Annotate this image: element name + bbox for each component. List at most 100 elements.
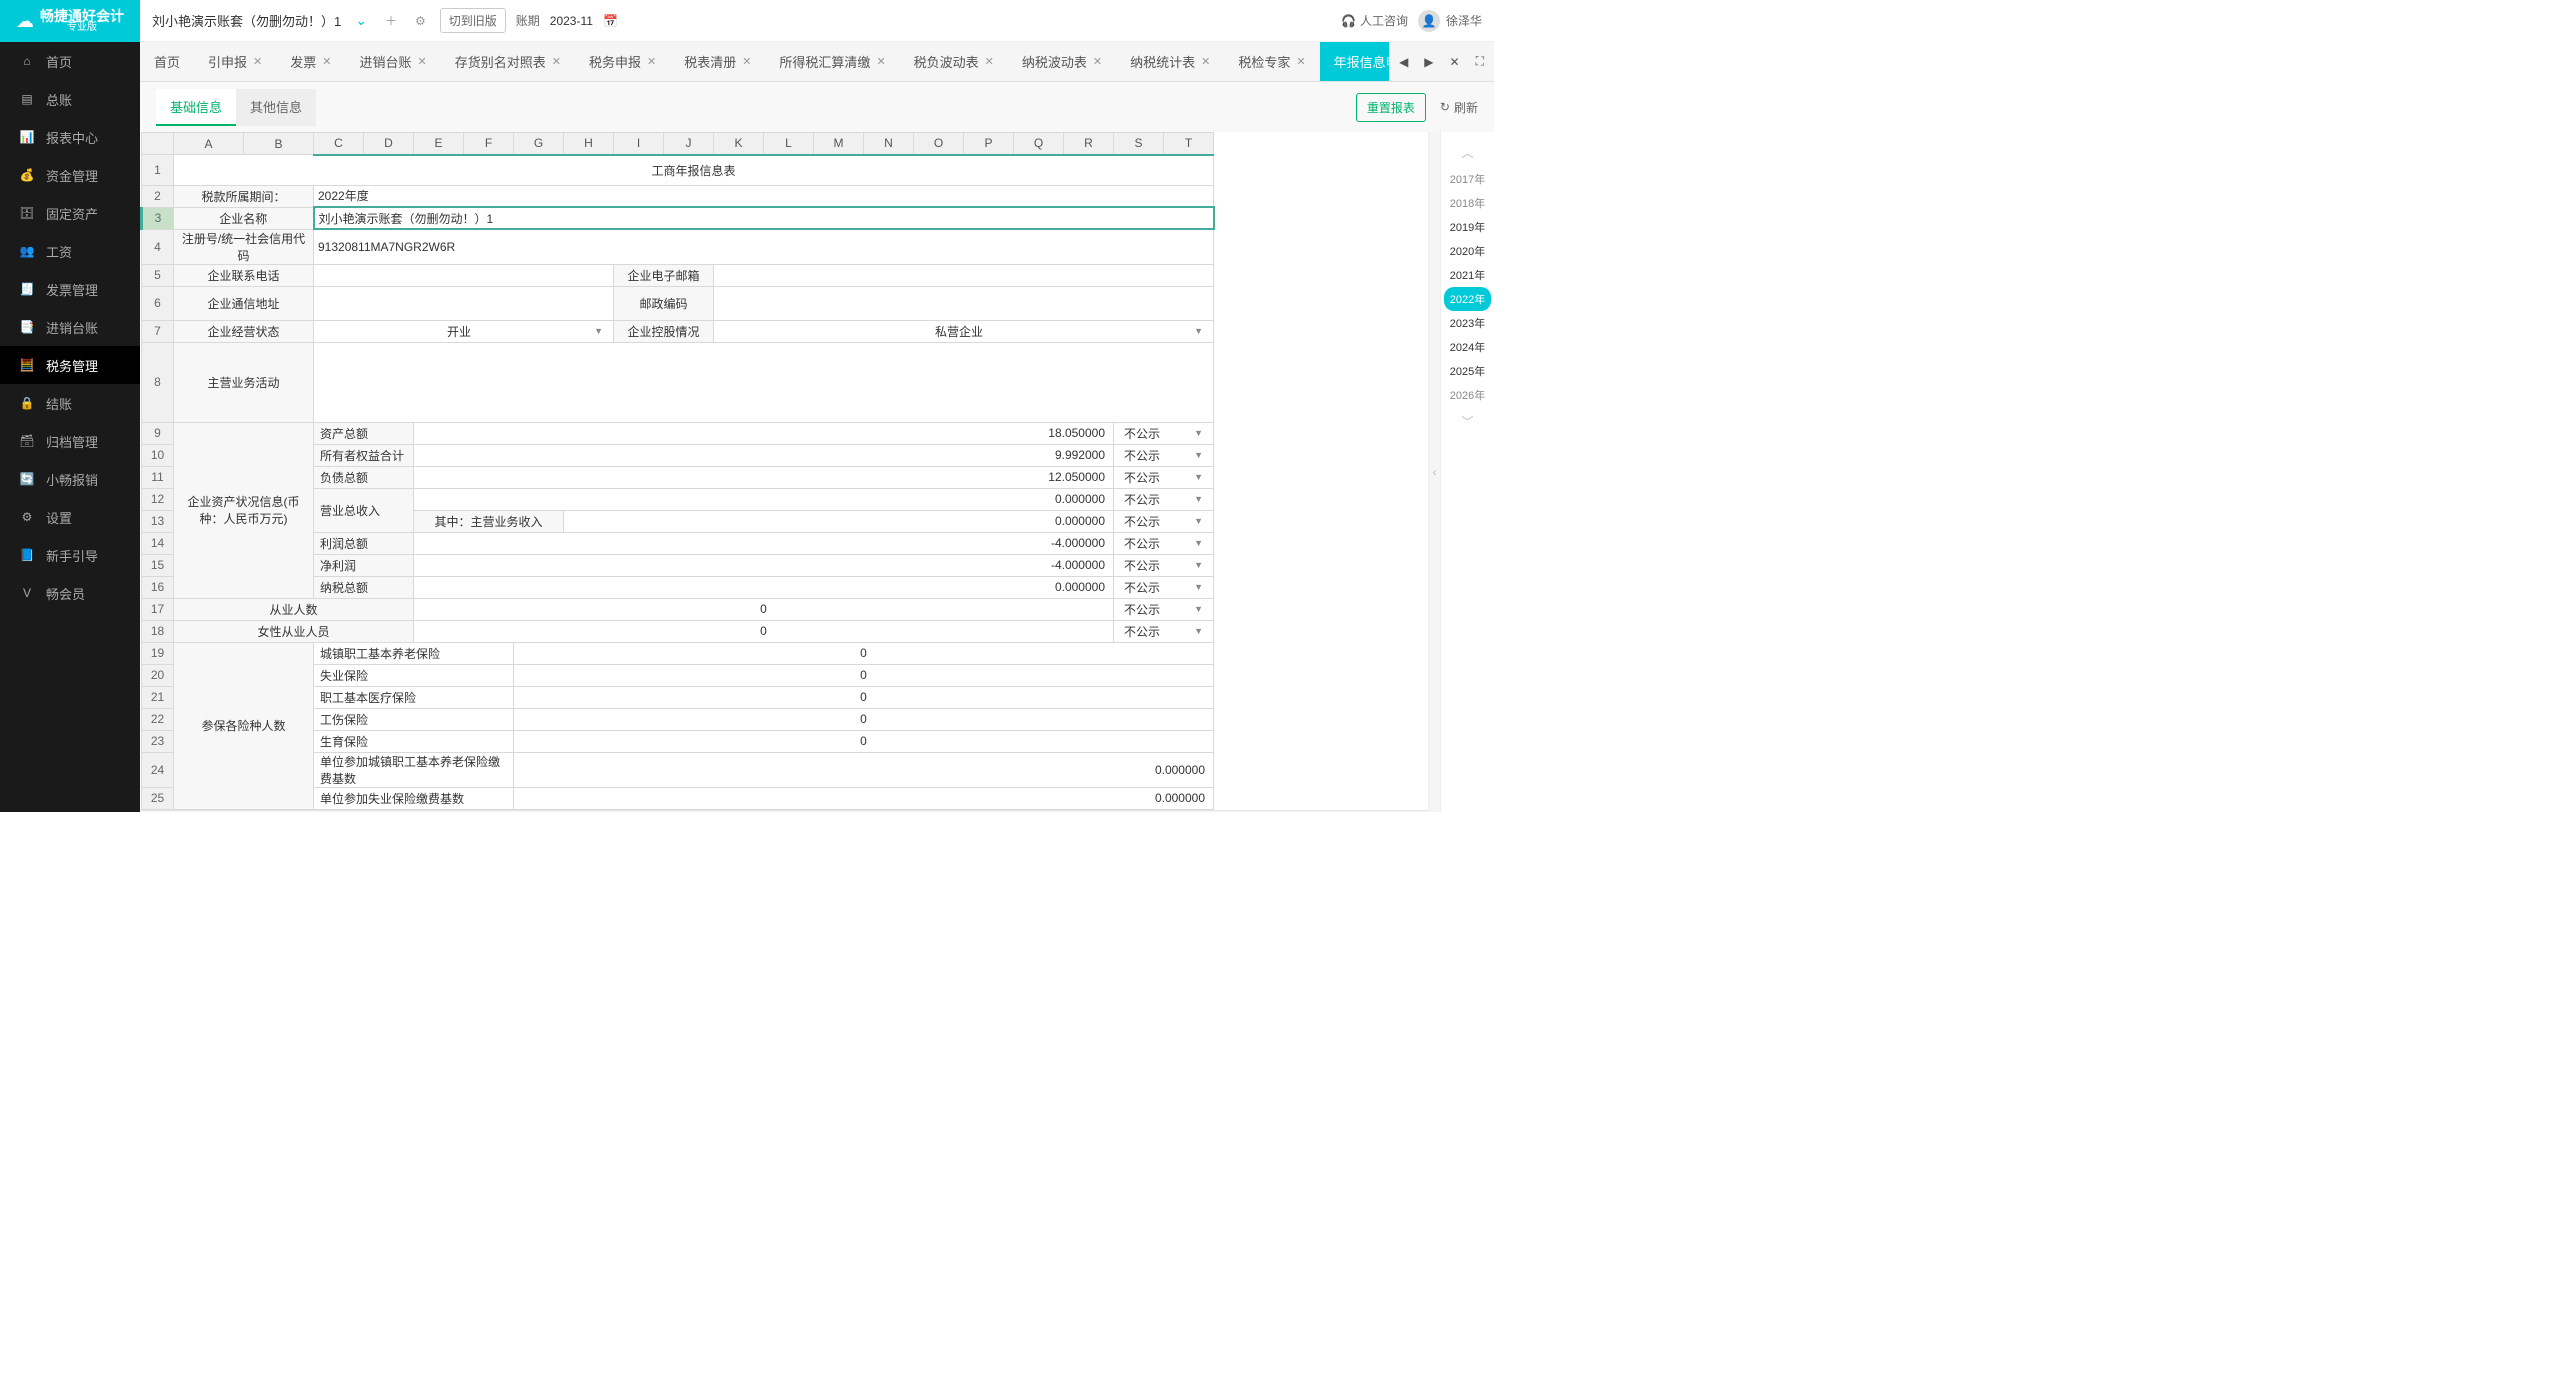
row-header[interactable]: 23 [142, 730, 174, 752]
col-header[interactable]: L [764, 133, 814, 155]
sidebar-item-chart[interactable]: 📊报表中心 [0, 118, 140, 156]
cell-value[interactable] [314, 264, 614, 286]
sidebar-item-salary[interactable]: 👥工资 [0, 232, 140, 270]
tab-close-icon[interactable]: ✕ [418, 55, 427, 68]
period-value[interactable]: 2023-11 [550, 14, 593, 28]
col-header[interactable]: H [564, 133, 614, 155]
sidebar-item-close[interactable]: 🔒结账 [0, 384, 140, 422]
cell-value[interactable]: 0 [514, 730, 1214, 752]
tab-10[interactable]: 纳税统计表✕ [1116, 42, 1224, 81]
tab-5[interactable]: 税务申报✕ [575, 42, 670, 81]
tab-close-icon[interactable]: ✕ [1446, 53, 1464, 71]
col-header[interactable]: Q [1014, 133, 1064, 155]
col-header[interactable] [142, 133, 174, 155]
tab-close-icon[interactable]: ✕ [253, 55, 262, 68]
sidebar-item-invoice[interactable]: 🧾发票管理 [0, 270, 140, 308]
sidebar-item-archive[interactable]: 🗃归档管理 [0, 422, 140, 460]
year-2020年[interactable]: 2020年 [1444, 239, 1491, 263]
row-header[interactable]: 24 [142, 752, 174, 787]
row-header[interactable]: 17 [142, 598, 174, 620]
tab-4[interactable]: 存货别名对照表✕ [441, 42, 575, 81]
sidebar-item-vip[interactable]: V畅会员 [0, 574, 140, 612]
cell-value[interactable] [714, 264, 1214, 286]
cell-value[interactable]: 2022年度 [314, 185, 1214, 207]
tab-2[interactable]: 发票✕ [276, 42, 345, 81]
cell-value[interactable]: 0 [514, 686, 1214, 708]
row-header[interactable]: 3 [142, 207, 174, 229]
col-header[interactable]: F [464, 133, 514, 155]
year-2021年[interactable]: 2021年 [1444, 263, 1491, 287]
col-header[interactable]: G [514, 133, 564, 155]
sidebar-item-wallet[interactable]: 💰资金管理 [0, 156, 140, 194]
consult-button[interactable]: 🎧 人工咨询 [1341, 12, 1408, 29]
year-2018年[interactable]: 2018年 [1444, 191, 1491, 215]
reset-report-button[interactable]: 重置报表 [1356, 93, 1426, 122]
publish-dropdown[interactable]: 不公示▼ [1114, 576, 1214, 598]
tab-close-icon[interactable]: ✕ [322, 55, 331, 68]
row-header[interactable]: 22 [142, 708, 174, 730]
tab-close-icon[interactable]: ✕ [876, 55, 885, 68]
subtab-other[interactable]: 其他信息 [236, 89, 316, 126]
col-header[interactable]: D [364, 133, 414, 155]
row-header[interactable]: 25 [142, 787, 174, 809]
account-selector[interactable]: 刘小艳演示账套（勿删勿动！）1 [152, 11, 341, 30]
year-2023年[interactable]: 2023年 [1444, 311, 1491, 335]
tab-close-icon[interactable]: ✕ [1296, 55, 1305, 68]
row-header[interactable]: 2 [142, 185, 174, 207]
col-header[interactable]: S [1114, 133, 1164, 155]
calendar-icon[interactable]: 📅 [603, 14, 618, 28]
sidebar-item-settings[interactable]: ⚙设置 [0, 498, 140, 536]
tab-9[interactable]: 纳税波动表✕ [1008, 42, 1116, 81]
col-header[interactable]: T [1164, 133, 1214, 155]
publish-dropdown[interactable]: 不公示▼ [1114, 532, 1214, 554]
year-2022年[interactable]: 2022年 [1444, 287, 1491, 311]
year-2026年[interactable]: 2026年 [1444, 383, 1491, 407]
row-header[interactable]: 8 [142, 342, 174, 422]
col-header[interactable]: P [964, 133, 1014, 155]
sidebar-item-home[interactable]: ⌂首页 [0, 42, 140, 80]
cell-value[interactable]: 0.000000 [414, 576, 1114, 598]
tab-close-icon[interactable]: ✕ [742, 55, 751, 68]
old-version-button[interactable]: 切到旧版 [440, 8, 506, 33]
row-header[interactable]: 15 [142, 554, 174, 576]
col-header[interactable]: M [814, 133, 864, 155]
sidebar-item-asset[interactable]: 🗄固定资产 [0, 194, 140, 232]
fullscreen-icon[interactable]: ⛶ [1472, 52, 1488, 71]
tab-7[interactable]: 所得税汇算清缴✕ [765, 42, 899, 81]
publish-dropdown[interactable]: 不公示▼ [1114, 488, 1214, 510]
row-header[interactable]: 5 [142, 264, 174, 286]
row-header[interactable]: 18 [142, 620, 174, 642]
tab-close-icon[interactable]: ✕ [985, 55, 994, 68]
year-2017年[interactable]: 2017年 [1444, 167, 1491, 191]
publish-dropdown[interactable]: 不公示▼ [1114, 444, 1214, 466]
year-down-icon[interactable]: ﹀ [1457, 409, 1477, 434]
tab-11[interactable]: 税检专家✕ [1224, 42, 1319, 81]
year-2025年[interactable]: 2025年 [1444, 359, 1491, 383]
year-up-icon[interactable]: ︿ [1457, 140, 1477, 165]
tab-close-icon[interactable]: ✕ [647, 55, 656, 68]
row-header[interactable]: 10 [142, 444, 174, 466]
row-header[interactable]: 4 [142, 229, 174, 264]
col-header[interactable]: E [414, 133, 464, 155]
refresh-button[interactable]: ↻ 刷新 [1440, 99, 1478, 116]
cell-value[interactable]: 18.050000 [414, 422, 1114, 444]
row-header[interactable]: 1 [142, 155, 174, 186]
publish-dropdown[interactable]: 不公示▼ [1114, 466, 1214, 488]
cell-value[interactable]: 0 [414, 598, 1114, 620]
gear-icon[interactable]: ⚙ [411, 10, 430, 32]
row-header[interactable]: 11 [142, 466, 174, 488]
tab-close-icon[interactable]: ✕ [1201, 55, 1210, 68]
cell-value[interactable]: 0 [514, 664, 1214, 686]
cell-value[interactable] [314, 286, 614, 320]
horizontal-scrollbar[interactable] [140, 810, 1428, 813]
col-header[interactable]: B [244, 133, 314, 155]
add-icon[interactable]: ＋ [381, 8, 401, 33]
col-header[interactable]: R [1064, 133, 1114, 155]
row-header[interactable]: 12 [142, 488, 174, 510]
cell-value[interactable]: 91320811MA7NGR2W6R [314, 229, 1214, 264]
cell-value[interactable]: 12.050000 [414, 466, 1114, 488]
sidebar-item-purchase[interactable]: 📑进销台账 [0, 308, 140, 346]
cell-value[interactable]: 0 [514, 708, 1214, 730]
col-header[interactable]: K [714, 133, 764, 155]
sidebar-item-ledger[interactable]: ▤总账 [0, 80, 140, 118]
